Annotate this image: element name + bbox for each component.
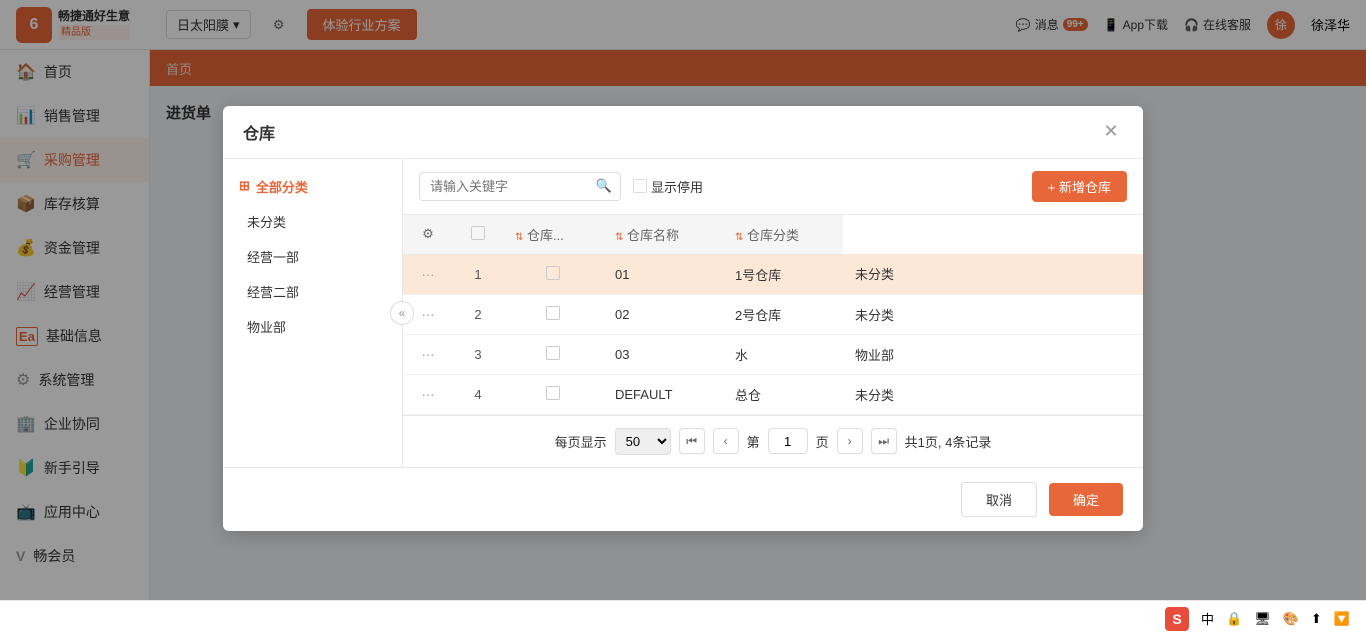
row-cat-0: 未分类 bbox=[843, 254, 1143, 294]
category-panel: ⊞ 全部分类 未分类 经营一部 经营二部 物业部 « bbox=[223, 159, 403, 467]
row-cat-3: 未分类 bbox=[843, 374, 1143, 414]
modal-body: ⊞ 全部分类 未分类 经营一部 经营二部 物业部 « 🔍 bbox=[223, 159, 1143, 467]
row-gear-cell-2[interactable]: ··· bbox=[403, 334, 453, 374]
bottom-icon-1: 中 bbox=[1201, 609, 1214, 628]
s-logo: S bbox=[1165, 607, 1189, 631]
row-checkbox-cell-3[interactable] bbox=[503, 374, 603, 414]
bottom-icon-6: 🔽 bbox=[1334, 611, 1350, 627]
col-check-header bbox=[453, 215, 503, 255]
col-name-header[interactable]: ⇅ 仓库名称 bbox=[603, 215, 723, 255]
table-toolbar: 🔍 显示停用 + 新增仓库 bbox=[403, 159, 1143, 215]
row-code-1: 02 bbox=[603, 294, 723, 334]
page-label-pre: 第 bbox=[747, 432, 760, 451]
per-page-select[interactable]: 50 100 200 bbox=[615, 428, 671, 455]
row-code-0: 01 bbox=[603, 254, 723, 294]
table-panel: 🔍 显示停用 + 新增仓库 ⚙ bbox=[403, 159, 1143, 467]
category-ops1[interactable]: 经营一部 bbox=[223, 239, 402, 274]
table-row[interactable]: ··· 1 01 1号仓库 未分类 bbox=[403, 254, 1143, 294]
table-row[interactable]: ··· 2 02 2号仓库 未分类 bbox=[403, 294, 1143, 334]
row-name-0: 1号仓库 bbox=[723, 254, 843, 294]
warehouse-table: ⚙ ⇅ 仓库... ⇅ 仓库名称 bbox=[403, 215, 1143, 415]
sort-icon-name: ⇅ bbox=[615, 232, 623, 243]
bottom-icon-2: 🔒 bbox=[1226, 611, 1242, 627]
first-page-button[interactable]: ⏮ bbox=[679, 428, 705, 454]
row-name-2: 水 bbox=[723, 334, 843, 374]
row-num-3: 4 bbox=[453, 374, 503, 414]
category-ops2[interactable]: 经营二部 bbox=[223, 274, 402, 309]
search-input[interactable] bbox=[420, 173, 620, 200]
row-num-0: 1 bbox=[453, 254, 503, 294]
warehouse-modal: 仓库 ✕ ⊞ 全部分类 未分类 经营一部 经营二部 物业部 « bbox=[223, 106, 1143, 531]
select-all-checkbox[interactable] bbox=[471, 226, 485, 240]
all-categories-label: 全部分类 bbox=[256, 177, 308, 196]
page-label-post: 页 bbox=[816, 432, 829, 451]
row-cat-2: 物业部 bbox=[843, 334, 1143, 374]
sort-icon-cat: ⇅ bbox=[735, 232, 743, 243]
pagination: 每页显示 50 100 200 ⏮ ‹ 第 页 › ⏭ 共1页, 4条记录 bbox=[403, 415, 1143, 467]
show-disabled-checkbox[interactable] bbox=[633, 179, 647, 193]
page-number-input[interactable] bbox=[768, 428, 808, 454]
modal-overlay: 仓库 ✕ ⊞ 全部分类 未分类 经营一部 经营二部 物业部 « bbox=[0, 0, 1366, 636]
prev-page-button[interactable]: ‹ bbox=[713, 428, 739, 454]
modal-footer: 取消 确定 bbox=[223, 467, 1143, 531]
modal-title: 仓库 bbox=[243, 120, 275, 144]
row-code-2: 03 bbox=[603, 334, 723, 374]
row-gear-cell-0[interactable]: ··· bbox=[403, 254, 453, 294]
per-page-label: 每页显示 bbox=[555, 432, 607, 451]
category-property[interactable]: 物业部 bbox=[223, 309, 402, 344]
next-page-button[interactable]: › bbox=[837, 428, 863, 454]
row-gear-cell-3[interactable]: ··· bbox=[403, 374, 453, 414]
bottom-icon-4: 🎨 bbox=[1283, 611, 1299, 627]
category-unclassified[interactable]: 未分类 bbox=[223, 204, 402, 239]
show-disabled-label[interactable]: 显示停用 bbox=[633, 177, 703, 196]
confirm-button[interactable]: 确定 bbox=[1049, 483, 1123, 516]
row-name-3: 总仓 bbox=[723, 374, 843, 414]
bottom-bar: S 中 🔒 🖥 🎨 ⬆ 🔽 bbox=[0, 600, 1366, 636]
row-cat-1: 未分类 bbox=[843, 294, 1143, 334]
total-info: 共1页, 4条记录 bbox=[905, 432, 992, 451]
cancel-button[interactable]: 取消 bbox=[961, 482, 1037, 517]
row-num-2: 3 bbox=[453, 334, 503, 374]
col-code-header[interactable]: ⇅ 仓库... bbox=[503, 215, 603, 255]
row-num-1: 2 bbox=[453, 294, 503, 334]
collapse-panel-button[interactable]: « bbox=[390, 301, 414, 325]
search-wrap: 🔍 bbox=[419, 172, 621, 201]
sort-icon-code: ⇅ bbox=[515, 232, 523, 243]
col-cat-header[interactable]: ⇅ 仓库分类 bbox=[723, 215, 843, 255]
modal-close-button[interactable]: ✕ bbox=[1099, 120, 1123, 144]
bottom-icon-3: 🖥 bbox=[1254, 611, 1271, 627]
row-checkbox-cell-1[interactable] bbox=[503, 294, 603, 334]
all-categories-button[interactable]: ⊞ 全部分类 bbox=[223, 169, 402, 204]
add-warehouse-button[interactable]: + 新增仓库 bbox=[1032, 171, 1127, 202]
row-checkbox-cell-2[interactable] bbox=[503, 334, 603, 374]
bottom-icon-5: ⬆ bbox=[1311, 611, 1322, 627]
warehouse-table-wrap: ⚙ ⇅ 仓库... ⇅ 仓库名称 bbox=[403, 215, 1143, 415]
table-row[interactable]: ··· 4 DEFAULT 总仓 未分类 bbox=[403, 374, 1143, 414]
modal-header: 仓库 ✕ bbox=[223, 106, 1143, 159]
row-checkbox-cell-0[interactable] bbox=[503, 254, 603, 294]
table-row[interactable]: ··· 3 03 水 物业部 bbox=[403, 334, 1143, 374]
grid-icon: ⊞ bbox=[239, 178, 250, 194]
col-gear-header: ⚙ bbox=[403, 215, 453, 255]
last-page-button[interactable]: ⏭ bbox=[871, 428, 897, 454]
row-code-3: DEFAULT bbox=[603, 374, 723, 414]
row-name-1: 2号仓库 bbox=[723, 294, 843, 334]
search-icon[interactable]: 🔍 bbox=[596, 178, 612, 194]
